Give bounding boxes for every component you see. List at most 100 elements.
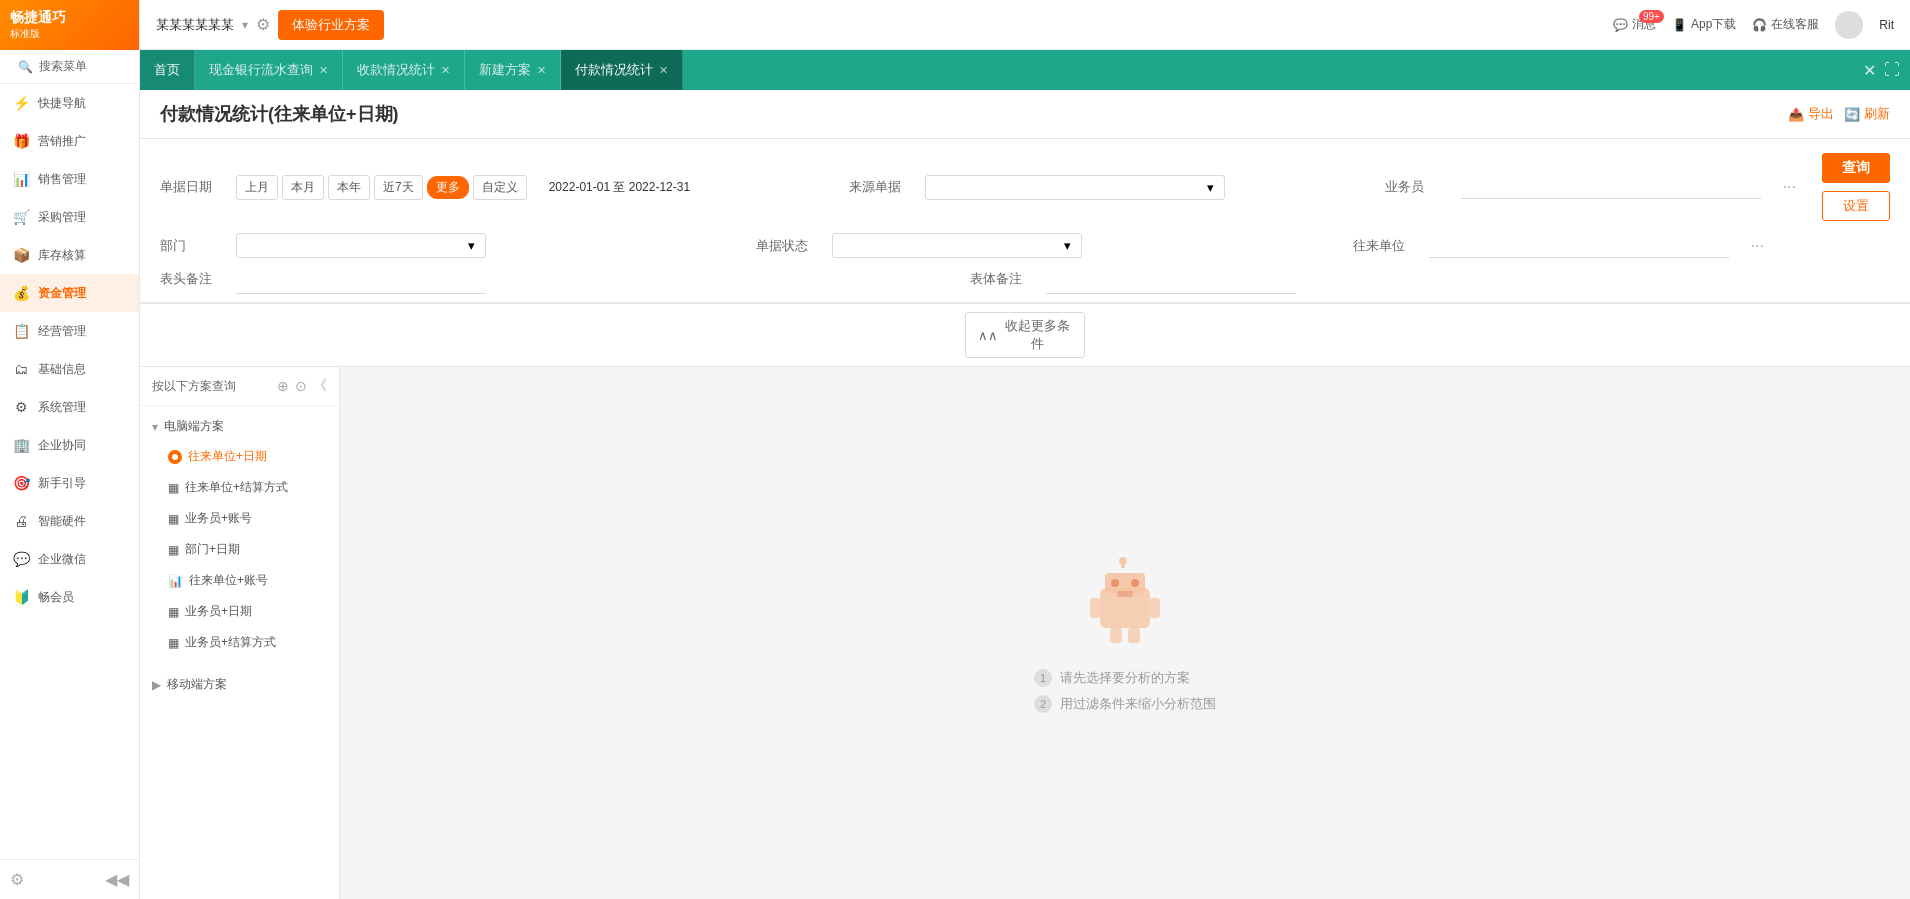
head-remark-input[interactable] bbox=[236, 270, 486, 294]
sidebar-item-inventory[interactable]: 📦 库存核算 bbox=[0, 236, 139, 274]
sidebar-search[interactable]: 🔍 搜索菜单 bbox=[0, 50, 139, 84]
data-panel: 1 请先选择要分析的方案 2 用过滤条件来缩小分析范围 bbox=[340, 367, 1910, 899]
body-remark-input[interactable] bbox=[1046, 270, 1296, 294]
tab-bank[interactable]: 现金银行流水查询 ✕ bbox=[195, 50, 343, 90]
sidebar-item-operations[interactable]: 📋 经营管理 bbox=[0, 312, 139, 350]
company-dropdown-icon[interactable]: ▾ bbox=[242, 18, 248, 32]
settings-icon[interactable]: ⚙ bbox=[256, 15, 270, 34]
sidebar-item-guide[interactable]: 🎯 新手引导 bbox=[0, 464, 139, 502]
sidebar-item-hardware[interactable]: 🖨 智能硬件 bbox=[0, 502, 139, 540]
tab-receipts[interactable]: 收款情况统计 ✕ bbox=[343, 50, 465, 90]
query-button[interactable]: 查询 bbox=[1822, 153, 1890, 183]
app-icon: 📱 bbox=[1672, 18, 1687, 32]
mobile-group-header[interactable]: ▶ 移动端方案 bbox=[140, 670, 339, 699]
user-avatar[interactable] bbox=[1835, 11, 1863, 39]
message-badge: 99+ bbox=[1639, 10, 1664, 23]
scheme-label: 部门+日期 bbox=[185, 541, 240, 558]
tip-num-1: 1 bbox=[1034, 669, 1052, 687]
table-icon: ▦ bbox=[168, 636, 179, 650]
sidebar-item-collab[interactable]: 🏢 企业协同 bbox=[0, 426, 139, 464]
sidebar-item-basic[interactable]: 🗂 基础信息 bbox=[0, 350, 139, 388]
user-name: Rit bbox=[1879, 18, 1894, 32]
source-label: 来源单据 bbox=[849, 178, 909, 196]
tab-payment-stats-label: 付款情况统计 bbox=[575, 61, 653, 79]
tab-new-scheme[interactable]: 新建方案 ✕ bbox=[465, 50, 561, 90]
tab-payment-stats[interactable]: 付款情况统计 ✕ bbox=[561, 50, 683, 90]
tab-receipts-close[interactable]: ✕ bbox=[441, 64, 450, 77]
source-select[interactable]: ▾ bbox=[925, 175, 1225, 200]
tab-spacer bbox=[683, 50, 1853, 90]
scheme-item-partner-settle[interactable]: ▦ 往来单位+结算方式 bbox=[140, 472, 339, 503]
tab-actions: ✕ ⛶ bbox=[1853, 50, 1910, 90]
date-custom[interactable]: 自定义 bbox=[473, 175, 527, 200]
sidebar-item-funds[interactable]: 💰 资金管理 bbox=[0, 274, 139, 312]
page-content: 付款情况统计(往来单位+日期) 📤 导出 🔄 刷新 单据日期 bbox=[140, 90, 1910, 899]
scheme-item-salesman-date[interactable]: ▦ 业务员+日期 bbox=[140, 596, 339, 627]
scheme-panel-header: 按以下方案查询 ⊕ ⊙ 《 bbox=[140, 367, 339, 406]
refresh-icon: 🔄 bbox=[1844, 107, 1860, 122]
empty-icon bbox=[1075, 553, 1175, 653]
tab-bank-close[interactable]: ✕ bbox=[319, 64, 328, 77]
close-tab-icon[interactable]: ✕ bbox=[1863, 61, 1876, 80]
sidebar-item-quick-nav[interactable]: ⚡ 快捷导航 bbox=[0, 84, 139, 122]
topbar: 某某某某某某 ▾ ⚙ 体验行业方案 💬 消息 99+ 📱 App下载 🎧 在线客… bbox=[140, 0, 1910, 50]
sidebar-item-label: 新手引导 bbox=[38, 475, 86, 492]
salesman-more-icon[interactable]: ··· bbox=[1783, 178, 1796, 196]
scheme-item-partner-account[interactable]: 📊 往来单位+账号 bbox=[140, 565, 339, 596]
date-this-year[interactable]: 本年 bbox=[328, 175, 370, 200]
sidebar-item-label: 经营管理 bbox=[38, 323, 86, 340]
date-this-month[interactable]: 本月 bbox=[282, 175, 324, 200]
sidebar-item-sales[interactable]: 📊 销售管理 bbox=[0, 160, 139, 198]
scheme-item-partner-date[interactable]: 往来单位+日期 bbox=[140, 441, 339, 472]
sidebar-item-label: 销售管理 bbox=[38, 171, 86, 188]
hardware-icon: 🖨 bbox=[12, 512, 30, 530]
filter-row-3: 表头备注 表体备注 bbox=[160, 270, 1890, 294]
doc-status-dropdown-icon: ▾ bbox=[1064, 238, 1071, 253]
settings-footer-icon[interactable]: ⚙ bbox=[10, 870, 24, 889]
date-more[interactable]: 更多 bbox=[427, 176, 469, 199]
trial-button[interactable]: 体验行业方案 bbox=[278, 10, 384, 40]
message-button[interactable]: 💬 消息 99+ bbox=[1613, 16, 1656, 33]
empty-tips: 1 请先选择要分析的方案 2 用过滤条件来缩小分析范围 bbox=[1034, 669, 1216, 713]
scheme-item-salesman-settle[interactable]: ▦ 业务员+结算方式 bbox=[140, 627, 339, 658]
scheme-label: 业务员+日期 bbox=[185, 603, 252, 620]
sidebar-item-member[interactable]: 🔰 畅会员 bbox=[0, 578, 139, 616]
table-icon: ▦ bbox=[168, 543, 179, 557]
add-scheme-icon[interactable]: ⊕ bbox=[277, 378, 289, 394]
sidebar-item-system[interactable]: ⚙ 系统管理 bbox=[0, 388, 139, 426]
app-download-button[interactable]: 📱 App下载 bbox=[1672, 16, 1736, 33]
desktop-group-header[interactable]: ▾ 电脑端方案 bbox=[140, 412, 339, 441]
sidebar-item-purchase[interactable]: 🛒 采购管理 bbox=[0, 198, 139, 236]
refresh-button[interactable]: 🔄 刷新 bbox=[1844, 105, 1890, 123]
sidebar-item-label: 智能硬件 bbox=[38, 513, 86, 530]
collapse-scheme-panel-icon[interactable]: 《 bbox=[313, 377, 327, 395]
date-last-7days[interactable]: 近7天 bbox=[374, 175, 423, 200]
partner-more-icon[interactable]: ··· bbox=[1751, 237, 1764, 255]
tab-new-scheme-close[interactable]: ✕ bbox=[537, 64, 546, 77]
export-button[interactable]: 📤 导出 bbox=[1788, 105, 1834, 123]
doc-status-select[interactable]: ▾ bbox=[832, 233, 1082, 258]
config-scheme-icon[interactable]: ⊙ bbox=[295, 378, 307, 394]
sidebar-logo: 畅捷通巧 bbox=[10, 9, 66, 27]
tab-home[interactable]: 首页 bbox=[140, 50, 195, 90]
sidebar-item-label: 库存核算 bbox=[38, 247, 86, 264]
tabbar: 首页 现金银行流水查询 ✕ 收款情况统计 ✕ 新建方案 ✕ 付款情况统计 ✕ ✕… bbox=[140, 50, 1910, 90]
collapse-sidebar-icon[interactable]: ◀◀ bbox=[105, 870, 129, 889]
settings-button[interactable]: 设置 bbox=[1822, 191, 1890, 221]
collapse-button[interactable]: ∧∧ 收起更多条件 bbox=[965, 312, 1085, 358]
online-service-button[interactable]: 🎧 在线客服 bbox=[1752, 16, 1819, 33]
partner-input[interactable] bbox=[1429, 234, 1729, 258]
tab-payment-stats-close[interactable]: ✕ bbox=[659, 64, 668, 77]
scheme-item-salesman-account[interactable]: ▦ 业务员+账号 bbox=[140, 503, 339, 534]
system-icon: ⚙ bbox=[12, 398, 30, 416]
sidebar-item-weixin[interactable]: 💬 企业微信 bbox=[0, 540, 139, 578]
search-icon: 🔍 bbox=[18, 60, 33, 74]
scheme-item-dept-date[interactable]: ▦ 部门+日期 bbox=[140, 534, 339, 565]
date-last-month[interactable]: 上月 bbox=[236, 175, 278, 200]
message-icon: 💬 bbox=[1613, 18, 1628, 32]
maximize-icon[interactable]: ⛶ bbox=[1884, 61, 1900, 79]
service-icon: 🎧 bbox=[1752, 18, 1767, 32]
salesman-input[interactable] bbox=[1461, 175, 1761, 199]
dept-select[interactable]: ▾ bbox=[236, 233, 486, 258]
sidebar-item-marketing[interactable]: 🎁 营销推广 bbox=[0, 122, 139, 160]
